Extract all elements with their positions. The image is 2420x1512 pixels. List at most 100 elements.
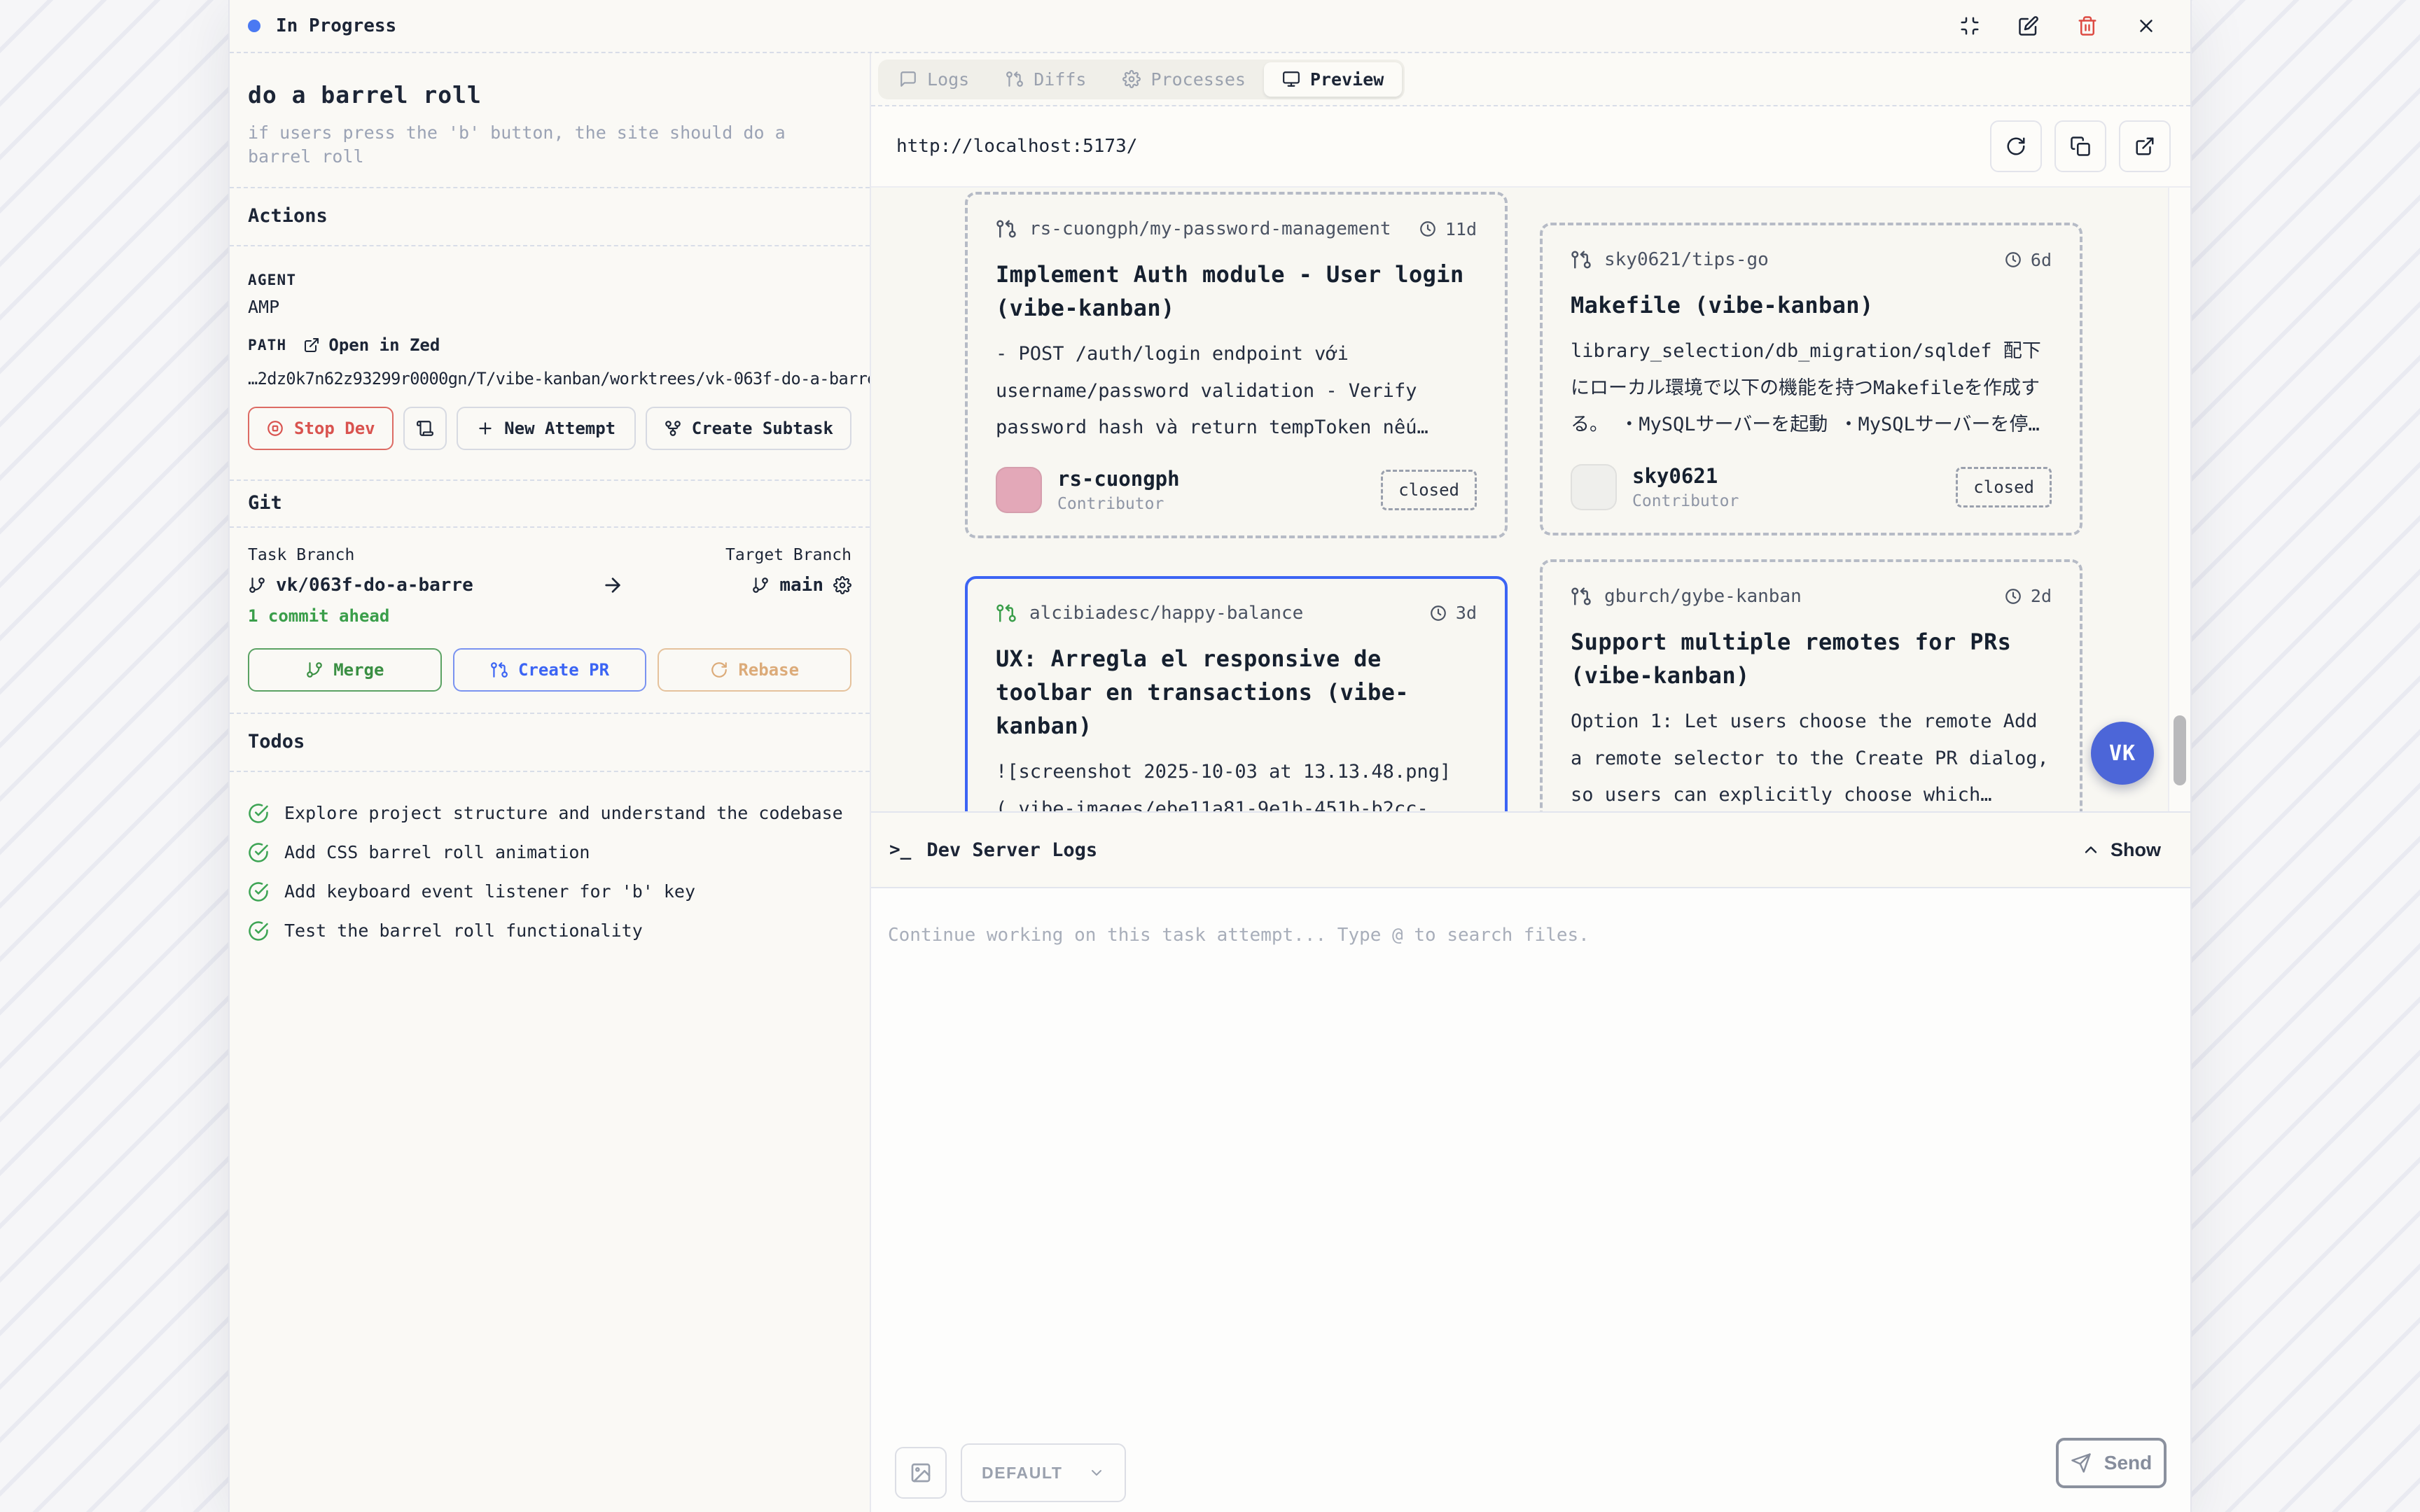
target-branch: main xyxy=(751,575,851,596)
task-status: In Progress xyxy=(248,15,396,36)
dev-server-logs-bar[interactable]: >_ Dev Server Logs Show xyxy=(871,811,2190,888)
terminal-prompt-icon: >_ xyxy=(889,839,912,860)
create-subtask-label: Create Subtask xyxy=(691,418,833,438)
tab-logs[interactable]: Logs xyxy=(881,62,987,97)
collapse-icon[interactable] xyxy=(1959,15,1980,36)
pr-card[interactable]: sky0621/tips-go 6d Makefile (vibe-kanban… xyxy=(1540,223,2082,536)
clock-icon xyxy=(1419,220,1437,238)
copy-url-button[interactable] xyxy=(2054,120,2106,172)
refresh-icon xyxy=(2005,136,2026,157)
status-label: In Progress xyxy=(276,15,397,36)
dialog-titlebar: In Progress xyxy=(230,0,2190,53)
todo-label: Test the barrel roll functionality xyxy=(284,920,643,941)
edit-icon[interactable] xyxy=(2018,15,2039,36)
scroll-icon xyxy=(416,419,434,438)
show-logs-toggle[interactable]: Show xyxy=(2081,839,2161,861)
task-branch-name: vk/063f-do-a-barre xyxy=(276,574,473,596)
card-title: Makefile (vibe-kanban) xyxy=(1571,292,1874,318)
send-button[interactable]: Send xyxy=(2056,1438,2167,1488)
external-link-icon xyxy=(303,337,320,354)
tab-processes[interactable]: Processes xyxy=(1104,62,1263,97)
card-title: Support multiple remotes for PRs (vibe-k… xyxy=(1571,628,2012,689)
url-input[interactable] xyxy=(893,134,1990,158)
merge-button[interactable]: Merge xyxy=(248,648,442,692)
open-external-button[interactable] xyxy=(2119,120,2171,172)
subtask-fork-icon xyxy=(664,419,682,438)
model-select-value: DEFAULT xyxy=(982,1463,1063,1482)
card-repo: alcibiadesc/happy-balance xyxy=(1029,602,1304,624)
dev-server-logs-label: Dev Server Logs xyxy=(926,839,1098,861)
stop-circle-icon xyxy=(266,419,284,438)
pr-card-selected[interactable]: alcibiadesc/happy-balance 3d UX: Arregla… xyxy=(965,575,1508,811)
pull-request-icon xyxy=(996,218,1017,239)
pull-request-icon xyxy=(1006,70,1024,88)
card-age: 2d xyxy=(2030,586,2052,607)
external-link-icon xyxy=(2134,136,2155,157)
pr-card[interactable]: rs-cuongph/my-password-management 11d Im… xyxy=(965,192,1508,538)
card-age: 6d xyxy=(2030,249,2052,270)
gear-icon xyxy=(1122,70,1141,88)
followup-input[interactable] xyxy=(871,888,2190,1512)
card-author-role: Contributor xyxy=(1632,492,1739,511)
new-attempt-button[interactable]: New Attempt xyxy=(456,406,636,450)
worktree-path: …2dz0k7n62z93299r0000gn/T/vibe-kanban/wo… xyxy=(248,368,871,388)
desktop-background: In Progress do a barrel roll if users pr… xyxy=(0,0,2420,1512)
pull-request-icon xyxy=(996,603,1017,624)
avatar xyxy=(1571,464,1617,511)
attach-image-button[interactable] xyxy=(895,1447,947,1499)
create-pr-label: Create PR xyxy=(517,659,610,680)
rebase-button[interactable]: Rebase xyxy=(658,648,852,692)
card-repo: sky0621/tips-go xyxy=(1604,249,1769,270)
stop-dev-button[interactable]: Stop Dev xyxy=(248,406,394,450)
create-subtask-button[interactable]: Create Subtask xyxy=(645,406,851,450)
monitor-icon xyxy=(1282,70,1300,88)
clock-icon xyxy=(2004,587,2022,606)
clock-icon xyxy=(1429,604,1447,622)
path-label: PATH xyxy=(248,336,287,354)
card-author: rs-cuongph xyxy=(1057,466,1180,491)
card-author: sky0621 xyxy=(1632,463,1718,488)
git-section-heading: Git xyxy=(230,481,870,528)
preview-scrollbar-thumb[interactable] xyxy=(2174,715,2186,785)
dev-logs-button[interactable] xyxy=(403,406,447,450)
git-branch-icon xyxy=(248,576,266,594)
task-title: do a barrel roll xyxy=(248,81,482,108)
todos-section-heading: Todos xyxy=(230,714,870,772)
tab-diffs[interactable]: Diffs xyxy=(987,62,1104,97)
close-icon[interactable] xyxy=(2136,15,2157,36)
stop-dev-label: Stop Dev xyxy=(294,418,375,438)
agent-value: AMP xyxy=(248,296,280,317)
create-pr-button[interactable]: Create PR xyxy=(452,648,647,692)
branch-settings-gear-icon[interactable] xyxy=(833,575,851,594)
pull-request-icon xyxy=(490,661,508,679)
preview-scrollbar-track xyxy=(2168,188,2190,811)
delete-icon[interactable] xyxy=(2077,15,2098,36)
attempt-panel: Logs Diffs Processes Preview http://loca… xyxy=(871,53,2190,1512)
vibe-kanban-fab[interactable]: VK xyxy=(2091,722,2154,785)
tab-label: Processes xyxy=(1150,69,1246,90)
pull-request-icon xyxy=(1571,586,1592,607)
todo-item: Add keyboard event listener for 'b' key xyxy=(248,881,851,902)
check-circle-icon xyxy=(248,881,269,902)
plus-icon xyxy=(476,419,494,438)
rebase-label: Rebase xyxy=(738,659,800,680)
card-repo: gburch/gybe-kanban xyxy=(1604,585,1802,607)
pull-request-icon xyxy=(1571,249,1592,270)
tab-preview[interactable]: Preview xyxy=(1263,62,1403,97)
task-summary: do a barrel roll if users press the 'b' … xyxy=(230,53,870,188)
task-dialog: In Progress do a barrel roll if users pr… xyxy=(230,0,2190,1512)
arrow-right-icon xyxy=(601,574,624,596)
attempt-tabbar: Logs Diffs Processes Preview xyxy=(871,53,2190,106)
git-section: Task Branch Target Branch vk/063f-do-a-b… xyxy=(230,528,870,714)
refresh-button[interactable] xyxy=(1990,120,2042,172)
titlebar-actions xyxy=(1959,15,2157,36)
target-branch-name: main xyxy=(779,574,823,596)
commits-ahead-status: 1 commit ahead xyxy=(248,606,390,626)
todo-label: Explore project structure and understand… xyxy=(284,803,843,823)
pr-card[interactable]: gburch/gybe-kanban 2d Support multiple r… xyxy=(1540,559,2082,811)
open-in-zed-link[interactable]: Open in Zed xyxy=(303,335,440,355)
check-circle-icon xyxy=(248,920,269,941)
card-description: Option 1: Let users choose the remote Ad… xyxy=(1571,710,2049,806)
open-in-zed-label: Open in Zed xyxy=(328,335,440,355)
model-select[interactable]: DEFAULT xyxy=(961,1443,1126,1502)
